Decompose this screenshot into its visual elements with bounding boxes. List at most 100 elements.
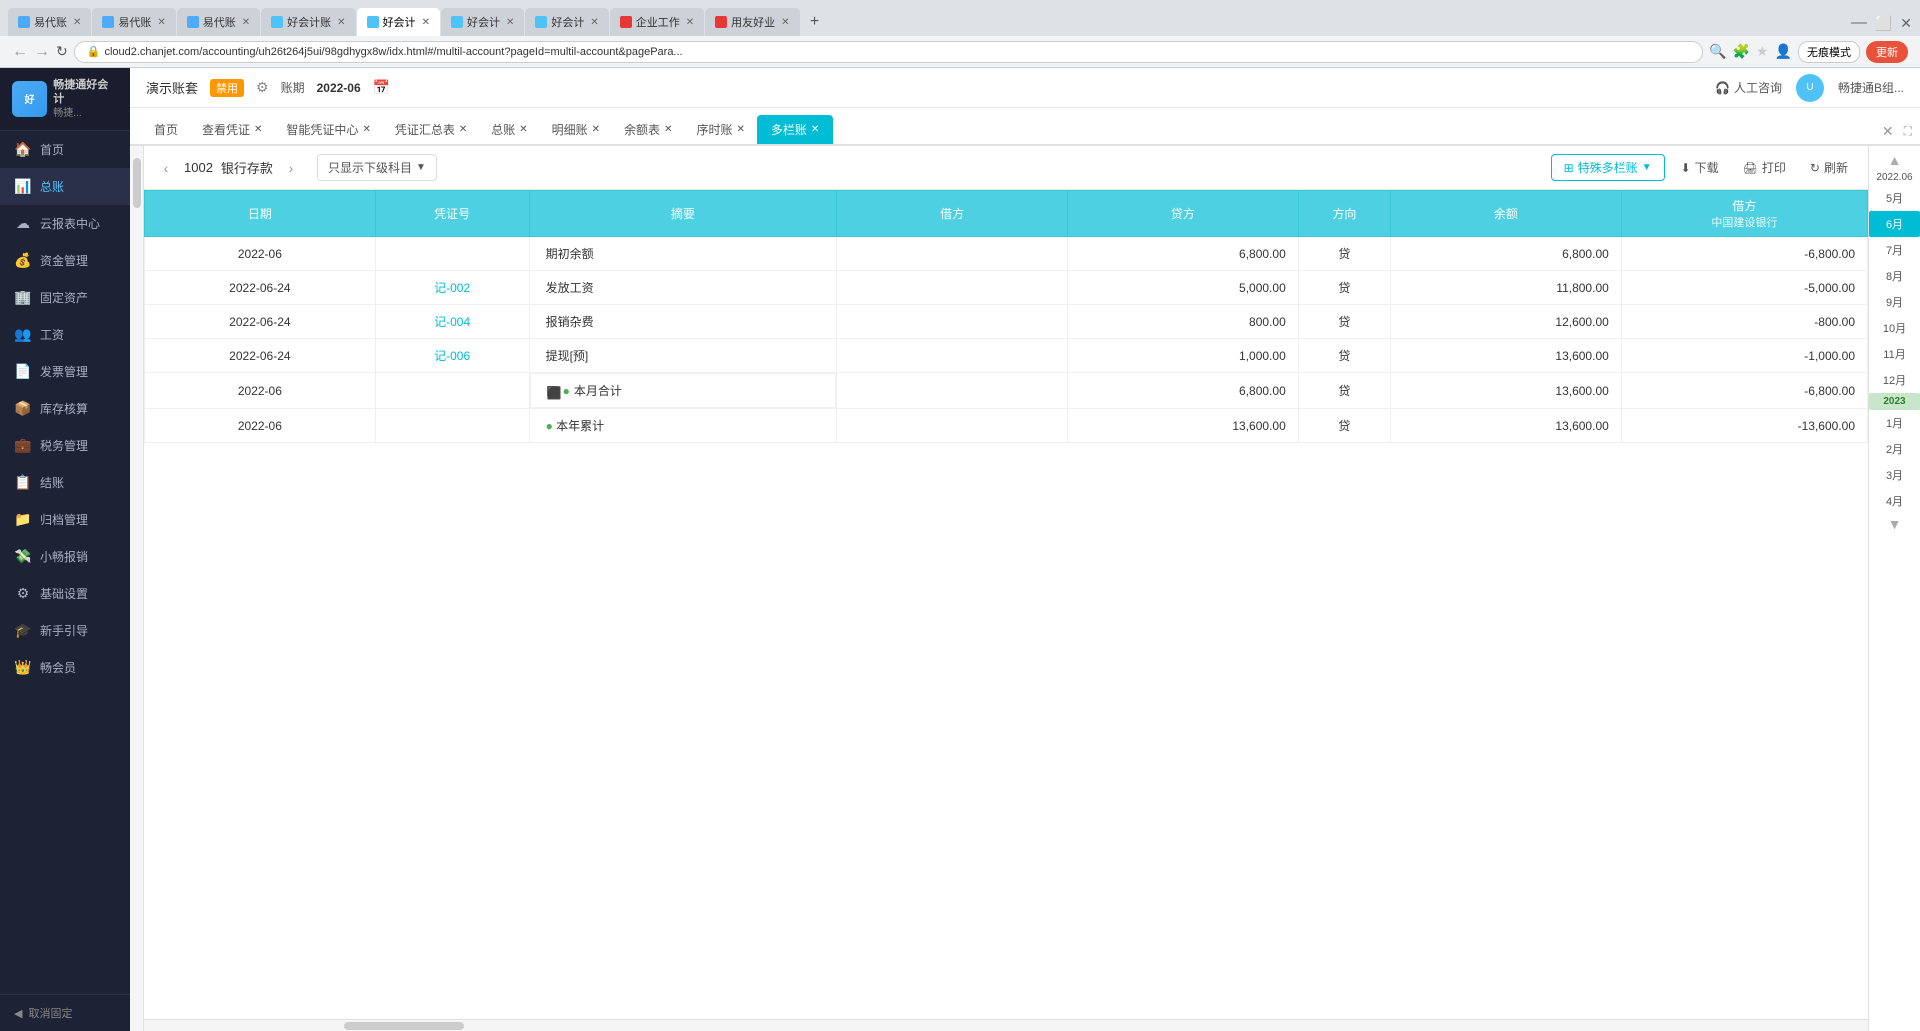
sidebar-item-inventory[interactable]: 📦 库存核算: [0, 390, 130, 427]
tab-voucher-view-close[interactable]: ✕: [254, 124, 262, 135]
tab-voucher-summary[interactable]: 凭证汇总表 ✕: [383, 115, 479, 144]
window-close-button[interactable]: ✕: [1900, 15, 1912, 32]
calendar-icon[interactable]: 📅: [373, 79, 390, 96]
cal-month-jan[interactable]: 1月: [1869, 410, 1920, 436]
browser-tab-5-active[interactable]: 好会计 ✕: [357, 8, 440, 36]
sidebar-item-settings[interactable]: ⚙ 基础设置: [0, 575, 130, 612]
tab-chrono-ledger[interactable]: 序时账 ✕: [684, 115, 756, 144]
sidebar-item-expense[interactable]: 💸 小畅报销: [0, 538, 130, 575]
sidebar-item-payroll[interactable]: 👥 工资: [0, 316, 130, 353]
cal-month-nov[interactable]: 11月: [1869, 341, 1920, 367]
cal-month-sep[interactable]: 9月: [1869, 289, 1920, 315]
subject-filter-dropdown[interactable]: 只显示下级科目 ▼: [317, 154, 437, 181]
cal-month-mar[interactable]: 3月: [1869, 462, 1920, 488]
print-button[interactable]: 🖨 打印: [1735, 155, 1794, 180]
search-icon[interactable]: 🔍: [1709, 43, 1726, 60]
collapse-icon[interactable]: ✕: [1878, 121, 1898, 142]
cal-month-may[interactable]: 5月: [1869, 185, 1920, 211]
tab-7-close[interactable]: ✕: [590, 17, 598, 28]
account-icon[interactable]: 👤: [1775, 43, 1792, 60]
tab-voucher-view[interactable]: 查看凭证 ✕: [190, 115, 274, 144]
cal-month-dec[interactable]: 12月: [1869, 367, 1920, 393]
tab-home[interactable]: 首页: [142, 115, 190, 144]
bookmark-icon[interactable]: ★: [1756, 43, 1769, 60]
browser-tab-4[interactable]: 好会计账 ✕: [261, 8, 355, 36]
browser-tab-2[interactable]: 易代账 ✕: [92, 8, 175, 36]
user-avatar[interactable]: U: [1796, 74, 1824, 102]
voucher-link-2[interactable]: 记-002: [434, 281, 470, 295]
tab-voucher-summary-close[interactable]: ✕: [459, 124, 467, 135]
tab-general-ledger[interactable]: 总账 ✕: [479, 115, 539, 144]
tab-9-close[interactable]: ✕: [781, 17, 789, 28]
cell-voucher-4[interactable]: 记-006: [375, 339, 529, 373]
tab-general-ledger-close[interactable]: ✕: [519, 124, 527, 135]
horizontal-scrollbar[interactable]: [144, 1019, 1868, 1031]
sidebar-item-ledger[interactable]: 📊 总账: [0, 168, 130, 205]
cal-month-oct[interactable]: 10月: [1869, 315, 1920, 341]
sidebar-item-invoice[interactable]: 📄 发票管理: [0, 353, 130, 390]
refresh-button[interactable]: ↻ 刷新: [1802, 155, 1856, 180]
update-button[interactable]: 更新: [1866, 41, 1908, 63]
window-max-button[interactable]: ⬜: [1875, 15, 1892, 32]
tab-smart-voucher-close[interactable]: ✕: [362, 124, 370, 135]
cell-voucher-3[interactable]: 记-004: [375, 305, 529, 339]
cell-voucher-2[interactable]: 记-002: [375, 271, 529, 305]
expand-icon[interactable]: ⛶: [1900, 122, 1916, 141]
browser-tab-6[interactable]: 好会计 ✕: [441, 8, 524, 36]
cal-month-apr[interactable]: 4月: [1869, 488, 1920, 514]
next-account-button[interactable]: ›: [281, 158, 301, 178]
voucher-link-4[interactable]: 记-006: [434, 349, 470, 363]
cal-month-jul[interactable]: 7月: [1869, 237, 1920, 263]
consultant-button[interactable]: 🎧 人工咨询: [1715, 79, 1782, 96]
browser-tab-9[interactable]: 用友好业 ✕: [705, 8, 799, 36]
tab-balance[interactable]: 余额表 ✕: [612, 115, 684, 144]
download-button[interactable]: ⬇ 下载: [1673, 155, 1727, 180]
nav-back-button[interactable]: ←: [12, 43, 28, 61]
browser-tab-7[interactable]: 好会计 ✕: [525, 8, 608, 36]
sidebar-item-home[interactable]: 🏠 首页: [0, 131, 130, 168]
tab-chrono-ledger-close[interactable]: ✕: [736, 124, 744, 135]
add-tab-button[interactable]: +: [801, 8, 829, 36]
tab-balance-close[interactable]: ✕: [664, 124, 672, 135]
cal-scroll-up-btn[interactable]: ▲: [1886, 150, 1904, 170]
tab-multi-col-active[interactable]: 多栏账 ✕: [757, 115, 833, 144]
voucher-link-3[interactable]: 记-004: [434, 315, 470, 329]
tab-3-close[interactable]: ✕: [242, 17, 250, 28]
tab-8-close[interactable]: ✕: [686, 17, 694, 28]
nav-refresh-button[interactable]: ↻: [56, 43, 68, 60]
sidebar-item-member[interactable]: 👑 畅会员: [0, 649, 130, 686]
tab-5-close[interactable]: ✕: [422, 17, 430, 28]
sidebar-item-guide[interactable]: 🎓 新手引导: [0, 612, 130, 649]
tab-multi-col-close[interactable]: ✕: [811, 124, 819, 135]
sidebar-item-tax[interactable]: 💼 税务管理: [0, 427, 130, 464]
sidebar-item-archive[interactable]: 📁 归档管理: [0, 501, 130, 538]
tab-6-close[interactable]: ✕: [506, 17, 514, 28]
extension-icon[interactable]: 🧩: [1733, 43, 1750, 60]
browser-tab-8[interactable]: 企业工作 ✕: [610, 8, 704, 36]
sidebar-unpin-button[interactable]: ◀ 取消固定: [0, 994, 130, 1031]
tab-4-close[interactable]: ✕: [337, 17, 345, 28]
vertical-scrollbar[interactable]: [130, 146, 144, 1031]
tab-smart-voucher[interactable]: 智能凭证中心 ✕: [274, 115, 382, 144]
window-min-button[interactable]: —: [1851, 14, 1867, 32]
h-scroll-thumb[interactable]: [344, 1022, 464, 1030]
sidebar-item-reports[interactable]: ☁ 云报表中心: [0, 205, 130, 242]
scroll-thumb-v[interactable]: [133, 158, 141, 208]
sidebar-item-assets[interactable]: 🏢 固定资产: [0, 279, 130, 316]
browser-tab-1[interactable]: 易代账 ✕: [8, 8, 91, 36]
sidebar-item-closing[interactable]: 📋 结账: [0, 464, 130, 501]
sidebar-item-funds[interactable]: 💰 资金管理: [0, 242, 130, 279]
cal-month-jun-active[interactable]: 6月: [1869, 211, 1920, 237]
url-input[interactable]: 🔒 cloud2.chanjet.com/accounting/uh26t264…: [74, 41, 1703, 63]
settings-gear-icon[interactable]: ⚙: [256, 79, 269, 96]
browser-tab-3[interactable]: 易代账 ✕: [177, 8, 260, 36]
multi-col-button[interactable]: ⊞ 特殊多栏账 ▼: [1551, 154, 1665, 181]
tab-1-close[interactable]: ✕: [73, 17, 81, 28]
prev-account-button[interactable]: ‹: [156, 158, 176, 178]
stealth-mode-btn[interactable]: 无痕模式: [1798, 41, 1860, 63]
tab-2-close[interactable]: ✕: [157, 17, 165, 28]
cal-scroll-down-btn[interactable]: ▼: [1886, 514, 1904, 534]
tab-detail-ledger-close[interactable]: ✕: [592, 124, 600, 135]
tab-detail-ledger[interactable]: 明细账 ✕: [540, 115, 612, 144]
cal-month-aug[interactable]: 8月: [1869, 263, 1920, 289]
